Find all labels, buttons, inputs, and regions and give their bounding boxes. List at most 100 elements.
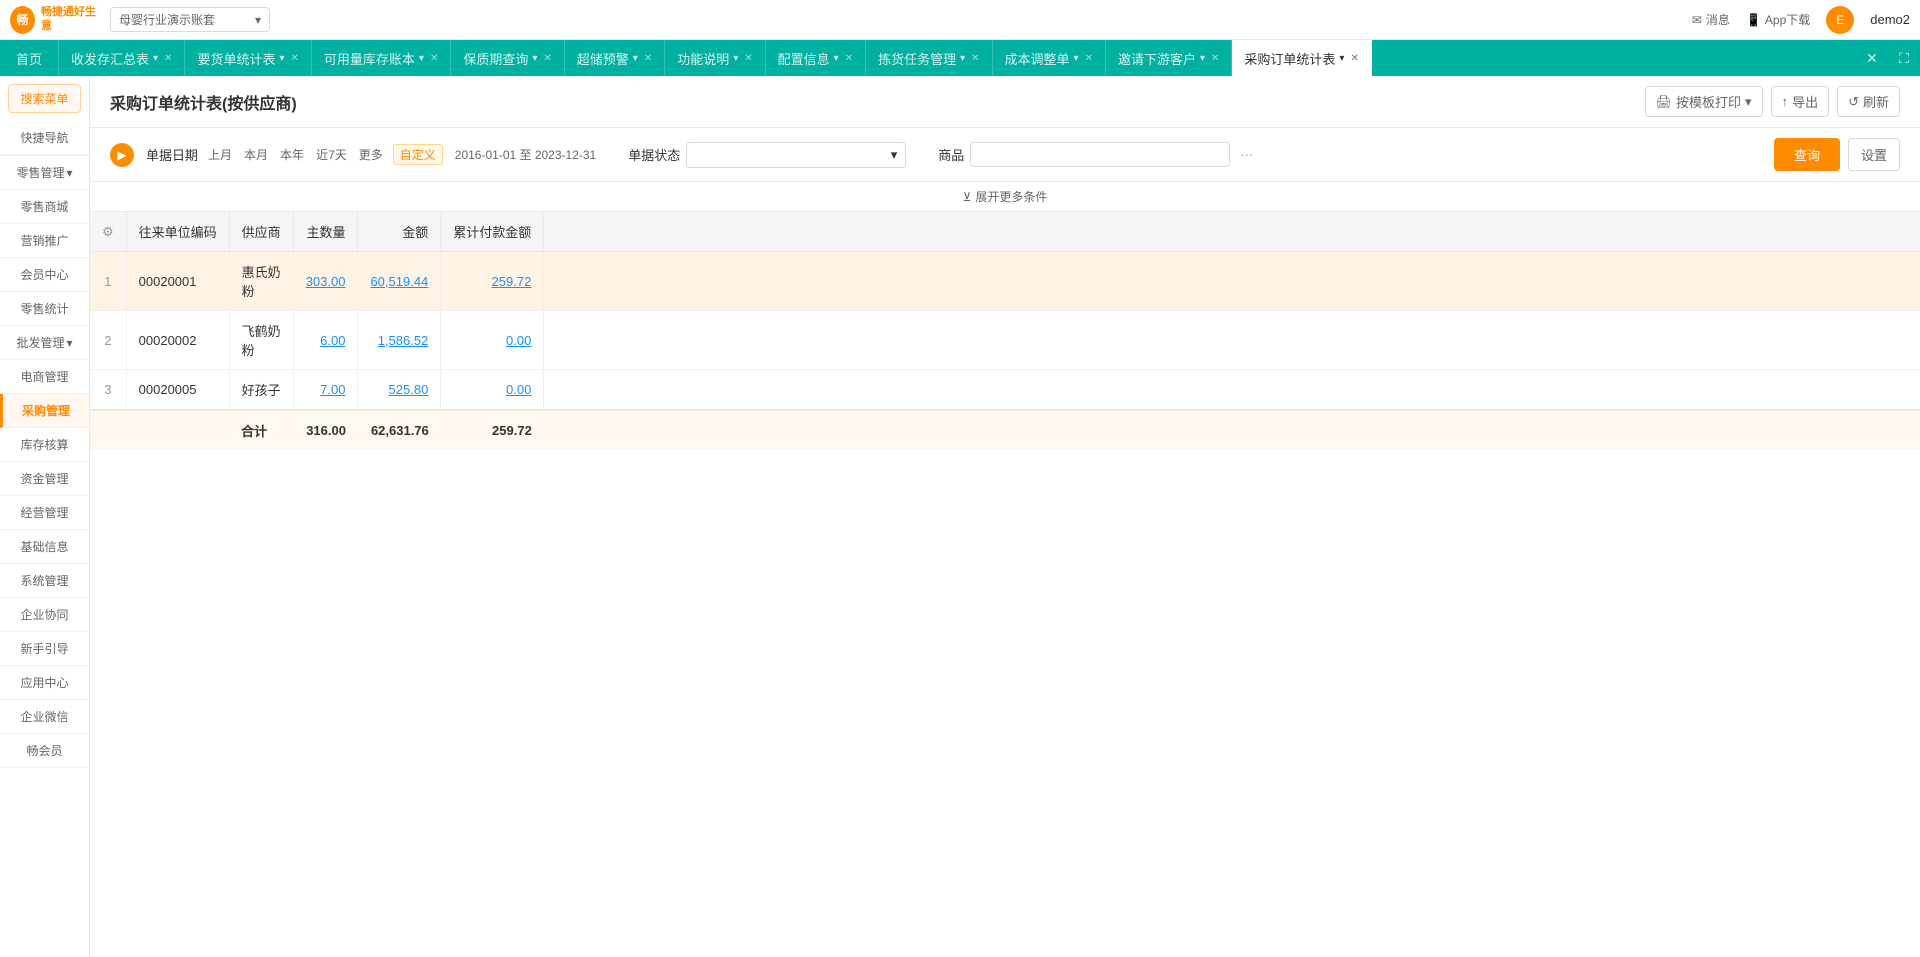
sidebar-item-wholesale-mgmt[interactable]: 批发管理 ▾ bbox=[0, 326, 89, 360]
footer-amount: 62,631.76 bbox=[358, 410, 441, 450]
sidebar-item-retail-stats[interactable]: 零售统计 bbox=[0, 292, 89, 326]
main-qty-2[interactable]: 6.00 bbox=[293, 311, 358, 370]
tab-cost-adjust-label: 成本调整单 bbox=[1005, 49, 1070, 68]
main-qty-1[interactable]: 303.00 bbox=[293, 252, 358, 311]
table-row[interactable]: 1 00020001 惠氏奶粉 303.00 60,519.44 259.72 bbox=[90, 252, 1920, 311]
shortcut-this-month[interactable]: 本月 bbox=[240, 145, 272, 164]
refresh-btn[interactable]: ↺ 刷新 bbox=[1837, 86, 1900, 117]
search-menu-btn[interactable]: 搜索菜单 bbox=[8, 84, 81, 113]
supplier-2: 飞鹤奶粉 bbox=[229, 311, 293, 370]
export-btn[interactable]: ↑ 导出 bbox=[1771, 86, 1830, 117]
close-icon[interactable]: ✕ bbox=[971, 53, 979, 64]
sidebar-item-member-app-label: 畅会员 bbox=[26, 744, 62, 758]
refresh-label: 刷新 bbox=[1863, 92, 1889, 111]
sidebar-item-member-app[interactable]: 畅会员 bbox=[0, 734, 89, 768]
maximize-btn[interactable]: ⛶ bbox=[1888, 40, 1920, 76]
nav-tabs: 首页 收发存汇总表 ▾ ✕ 要货单统计表 ▾ ✕ 可用量库存账本 ▾ ✕ 保质期… bbox=[0, 40, 1920, 76]
goods-input[interactable] bbox=[970, 142, 1230, 167]
tab-receive-summary[interactable]: 收发存汇总表 ▾ ✕ bbox=[59, 40, 185, 76]
close-icon[interactable]: ✕ bbox=[430, 53, 438, 64]
paid-amount-1[interactable]: 259.72 bbox=[441, 252, 544, 311]
tab-available-stock[interactable]: 可用量库存账本 ▾ ✕ bbox=[312, 40, 451, 76]
message-btn[interactable]: ✉ 消息 bbox=[1692, 11, 1730, 28]
sidebar-item-retail-mall-label: 零售商城 bbox=[20, 200, 68, 214]
settings-icon[interactable]: ⚙ bbox=[102, 224, 114, 239]
tab-purchase-order-stats[interactable]: 采购订单统计表 ▾ ✕ bbox=[1232, 40, 1371, 76]
tab-requisition-stats[interactable]: 要货单统计表 ▾ ✕ bbox=[185, 40, 311, 76]
user-name[interactable]: demo2 bbox=[1870, 12, 1910, 27]
close-icon[interactable]: ✕ bbox=[291, 53, 299, 64]
sidebar-item-finance-mgmt[interactable]: 资金管理 bbox=[0, 462, 89, 496]
sidebar-item-retail-mall[interactable]: 零售商城 bbox=[0, 190, 89, 224]
goods-more-icon[interactable]: ··· bbox=[1236, 147, 1257, 162]
tab-expiry-query[interactable]: 保质期查询 ▾ ✕ bbox=[451, 40, 564, 76]
date-shortcuts: 上月 本月 本年 近7天 更多 bbox=[204, 145, 387, 164]
app-download-label: App下载 bbox=[1765, 11, 1810, 28]
minimize-btn[interactable]: ✕ bbox=[1856, 40, 1888, 76]
amount-3[interactable]: 525.80 bbox=[358, 370, 441, 411]
query-btn[interactable]: 查询 bbox=[1774, 138, 1840, 171]
sidebar-item-purchase-mgmt[interactable]: 采购管理 bbox=[0, 394, 89, 428]
settings-btn[interactable]: 设置 bbox=[1848, 138, 1900, 171]
store-selector[interactable]: 母婴行业演示账套 ▾ bbox=[110, 7, 270, 32]
sidebar-item-system-mgmt[interactable]: 系统管理 bbox=[0, 564, 89, 598]
close-icon[interactable]: ✕ bbox=[1350, 53, 1358, 64]
counterpart-code-1: 00020001 bbox=[126, 252, 229, 311]
paid-amount-3[interactable]: 0.00 bbox=[441, 370, 544, 411]
footer-empty-1 bbox=[90, 410, 126, 450]
sidebar-item-retail-mgmt[interactable]: 零售管理 ▾ bbox=[0, 156, 89, 190]
sidebar-item-new-guide-label: 新手引导 bbox=[20, 642, 68, 656]
date-filter-label: 单据日期 bbox=[146, 145, 198, 164]
shortcut-this-year[interactable]: 本年 bbox=[276, 145, 308, 164]
close-icon[interactable]: ✕ bbox=[644, 53, 652, 64]
amount-2[interactable]: 1,586.52 bbox=[358, 311, 441, 370]
close-icon[interactable]: ✕ bbox=[543, 53, 551, 64]
close-icon[interactable]: ✕ bbox=[164, 53, 172, 64]
tab-home[interactable]: 首页 bbox=[0, 40, 59, 76]
app-download-btn[interactable]: 📱 App下载 bbox=[1746, 11, 1810, 28]
sidebar-item-marketing[interactable]: 营销推广 bbox=[0, 224, 89, 258]
sidebar-item-wechat-work[interactable]: 企业微信 bbox=[0, 700, 89, 734]
close-icon[interactable]: ✕ bbox=[845, 53, 853, 64]
row-num-1: 1 bbox=[90, 252, 126, 311]
sidebar-item-wechat-work-label: 企业微信 bbox=[20, 710, 68, 724]
tab-function-desc[interactable]: 功能说明 ▾ ✕ bbox=[665, 40, 765, 76]
filter-toggle-btn[interactable]: ▶ bbox=[110, 143, 134, 167]
close-icon[interactable]: ✕ bbox=[1085, 53, 1093, 64]
chevron-down-icon: ▾ bbox=[1074, 53, 1079, 64]
print-btn[interactable]: 🖨 按模板打印 ▾ bbox=[1645, 86, 1763, 117]
expand-more-btn[interactable]: ⊻ 展开更多条件 bbox=[90, 182, 1920, 211]
sidebar-item-new-guide[interactable]: 新手引导 bbox=[0, 632, 89, 666]
shortcut-last-month[interactable]: 上月 bbox=[204, 145, 236, 164]
main-qty-3[interactable]: 7.00 bbox=[293, 370, 358, 411]
table-row[interactable]: 3 00020005 好孩子 7.00 525.80 0.00 bbox=[90, 370, 1920, 411]
amount-1[interactable]: 60,519.44 bbox=[358, 252, 441, 311]
chevron-down-icon: ▾ bbox=[419, 53, 424, 64]
sidebar-item-basic-info[interactable]: 基础信息 bbox=[0, 530, 89, 564]
sidebar-item-app-center[interactable]: 应用中心 bbox=[0, 666, 89, 700]
sidebar-item-stock-accounting[interactable]: 库存核算 bbox=[0, 428, 89, 462]
table-row[interactable]: 2 00020002 飞鹤奶粉 6.00 1,586.52 0.00 bbox=[90, 311, 1920, 370]
tab-pick-task[interactable]: 拣货任务管理 ▾ ✕ bbox=[866, 40, 992, 76]
table-header-row: ⚙ 往来单位编码 供应商 主数量 金额 累计付款金额 bbox=[90, 212, 1920, 252]
close-icon[interactable]: ✕ bbox=[744, 53, 752, 64]
sidebar-item-operations-mgmt-label: 经营管理 bbox=[20, 506, 68, 520]
shortcut-7days[interactable]: 近7天 bbox=[312, 145, 351, 164]
sidebar-item-quick-nav[interactable]: 快捷导航 bbox=[0, 121, 89, 155]
tab-invite-downstream[interactable]: 邀请下游客户 ▾ ✕ bbox=[1106, 40, 1232, 76]
sidebar-item-enterprise-collab[interactable]: 企业协同 bbox=[0, 598, 89, 632]
sidebar-item-member-center[interactable]: 会员中心 bbox=[0, 258, 89, 292]
shortcut-more[interactable]: 更多 bbox=[355, 145, 387, 164]
top-right-actions: ✉ 消息 📱 App下载 E demo2 bbox=[1692, 6, 1910, 34]
close-icon[interactable]: ✕ bbox=[1211, 53, 1219, 64]
paid-amount-2[interactable]: 0.00 bbox=[441, 311, 544, 370]
tab-config-info[interactable]: 配置信息 ▾ ✕ bbox=[766, 40, 866, 76]
sidebar-item-operations-mgmt[interactable]: 经营管理 bbox=[0, 496, 89, 530]
col-settings: ⚙ bbox=[90, 212, 126, 252]
sidebar-item-basic-info-label: 基础信息 bbox=[20, 540, 68, 554]
tab-cost-adjust[interactable]: 成本调整单 ▾ ✕ bbox=[993, 40, 1106, 76]
sidebar-item-ecom-mgmt[interactable]: 电商管理 bbox=[0, 360, 89, 394]
supplier-1: 惠氏奶粉 bbox=[229, 252, 293, 311]
tab-overstock-alert[interactable]: 超储预警 ▾ ✕ bbox=[565, 40, 665, 76]
status-select[interactable]: ▾ bbox=[686, 142, 906, 168]
